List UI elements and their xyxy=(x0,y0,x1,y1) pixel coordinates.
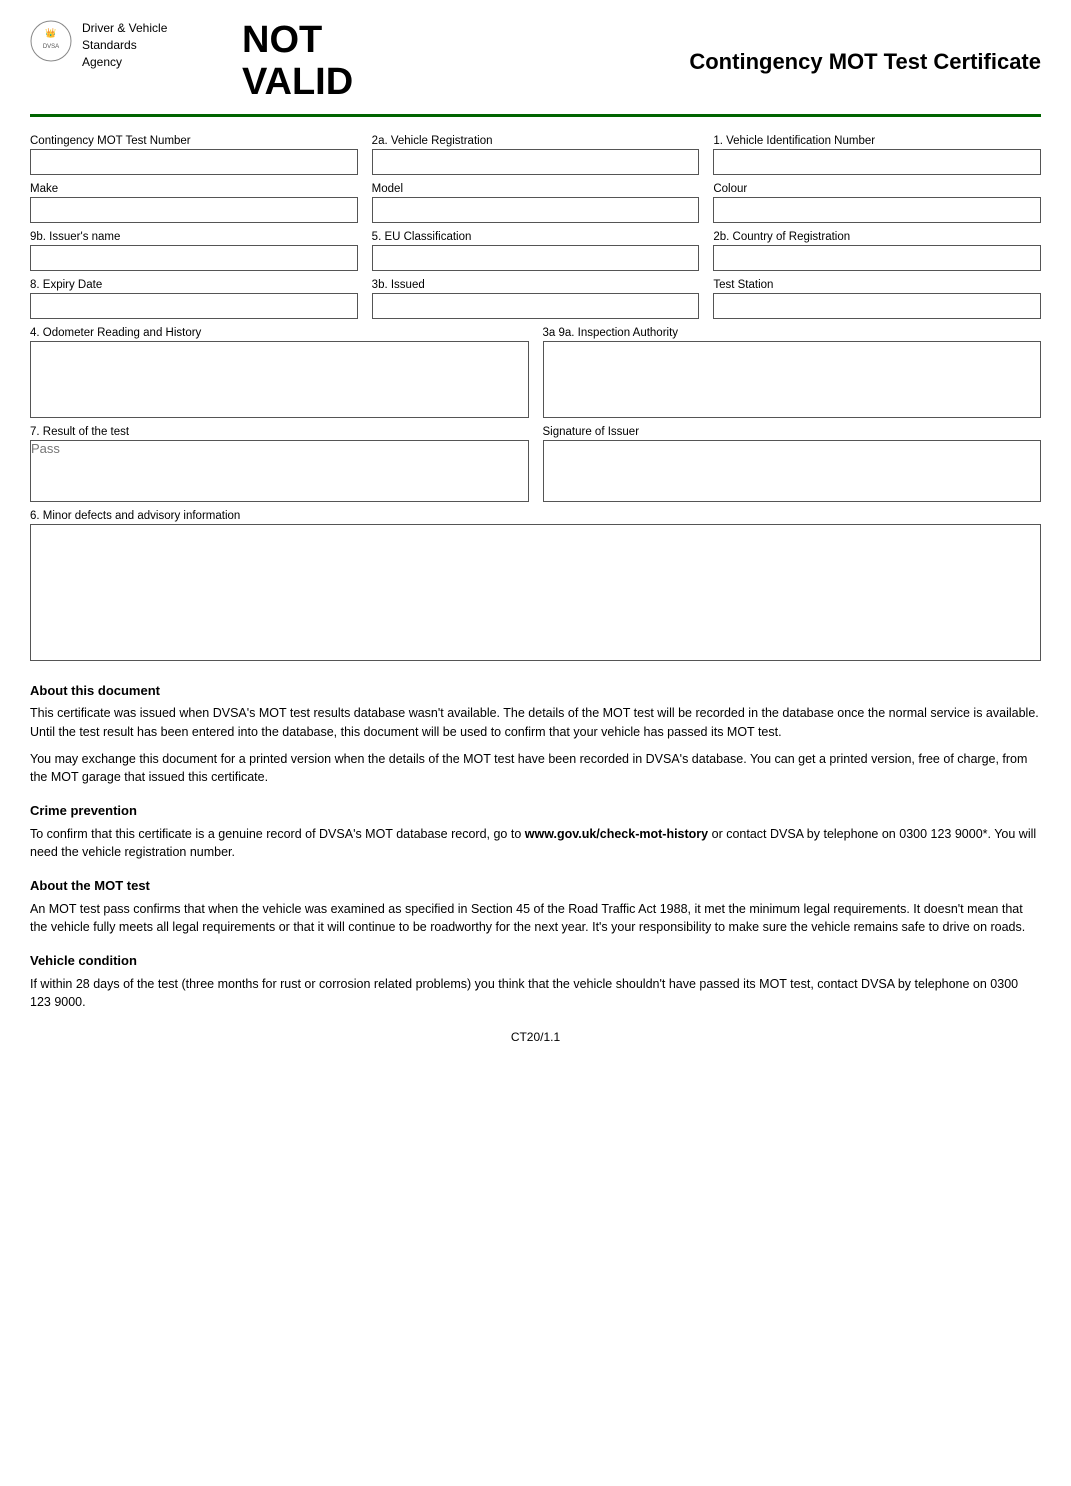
minor-defects-label: 6. Minor defects and advisory informatio… xyxy=(30,510,1041,522)
row-1: Contingency MOT Test Number 2a. Vehicle … xyxy=(30,135,1041,175)
row-5: 4. Odometer Reading and History 3a 9a. I… xyxy=(30,327,1041,418)
model-field: Model xyxy=(372,183,700,223)
result-textarea[interactable] xyxy=(30,440,529,502)
row-7: 6. Minor defects and advisory informatio… xyxy=(30,510,1041,661)
row-4: 8. Expiry Date 3b. Issued Test Station xyxy=(30,279,1041,319)
odometer-label: 4. Odometer Reading and History xyxy=(30,327,529,339)
contingency-mot-label: Contingency MOT Test Number xyxy=(30,135,358,147)
inspection-textarea[interactable] xyxy=(543,341,1042,418)
vin-field: 1. Vehicle Identification Number xyxy=(713,135,1041,175)
minor-defects-textarea[interactable] xyxy=(30,524,1041,661)
vehicle-reg-label: 2a. Vehicle Registration xyxy=(372,135,700,147)
test-station-input[interactable] xyxy=(713,293,1041,319)
issuer-name-input[interactable] xyxy=(30,245,358,271)
make-field: Make xyxy=(30,183,358,223)
inspection-label: 3a 9a. Inspection Authority xyxy=(543,327,1042,339)
not-valid-stamp: NOTVALID xyxy=(242,20,353,104)
form-section: Contingency MOT Test Number 2a. Vehicle … xyxy=(30,135,1041,661)
crime-p1-start: To confirm that this certificate is a ge… xyxy=(30,827,525,841)
country-reg-label: 2b. Country of Registration xyxy=(713,231,1041,243)
eu-class-label: 5. EU Classification xyxy=(372,231,700,243)
svg-text:DVSA: DVSA xyxy=(43,44,59,50)
vin-input[interactable] xyxy=(713,149,1041,175)
inspection-field: 3a 9a. Inspection Authority xyxy=(543,327,1042,418)
minor-defects-field: 6. Minor defects and advisory informatio… xyxy=(30,510,1041,661)
issued-input[interactable] xyxy=(372,293,700,319)
contingency-mot-input[interactable] xyxy=(30,149,358,175)
test-station-field: Test Station xyxy=(713,279,1041,319)
logo-area: 👑 DVSA Driver & Vehicle Standards Agency xyxy=(30,20,230,70)
result-label: 7. Result of the test xyxy=(30,426,529,438)
svg-text:👑: 👑 xyxy=(45,28,56,38)
vehicle-reg-input[interactable] xyxy=(372,149,700,175)
agency-name: Driver & Vehicle Standards Agency xyxy=(82,20,167,70)
row-3: 9b. Issuer's name 5. EU Classification 2… xyxy=(30,231,1041,271)
certificate-title: Contingency MOT Test Certificate xyxy=(689,49,1041,75)
about-section: About this document This certificate was… xyxy=(30,681,1041,1013)
expiry-input[interactable] xyxy=(30,293,358,319)
contingency-mot-field: Contingency MOT Test Number xyxy=(30,135,358,175)
vin-label: 1. Vehicle Identification Number xyxy=(713,135,1041,147)
colour-label: Colour xyxy=(713,183,1041,195)
make-label: Make xyxy=(30,183,358,195)
row-6: 7. Result of the test Signature of Issue… xyxy=(30,426,1041,502)
country-reg-input[interactable] xyxy=(713,245,1041,271)
odometer-field: 4. Odometer Reading and History xyxy=(30,327,529,418)
vehicle-heading: Vehicle condition xyxy=(30,951,1041,971)
issued-label: 3b. Issued xyxy=(372,279,700,291)
eu-class-field: 5. EU Classification xyxy=(372,231,700,271)
issued-field: 3b. Issued xyxy=(372,279,700,319)
model-input[interactable] xyxy=(372,197,700,223)
issuer-name-label: 9b. Issuer's name xyxy=(30,231,358,243)
issuer-name-field: 9b. Issuer's name xyxy=(30,231,358,271)
test-station-label: Test Station xyxy=(713,279,1041,291)
about-doc-heading: About this document xyxy=(30,681,1041,701)
footer-code: CT20/1.1 xyxy=(30,1030,1041,1044)
dvsa-emblem-icon: 👑 DVSA xyxy=(30,20,72,62)
colour-input[interactable] xyxy=(713,197,1041,223)
crime-heading: Crime prevention xyxy=(30,801,1041,821)
expiry-field: 8. Expiry Date xyxy=(30,279,358,319)
about-doc-p1: This certificate was issued when DVSA's … xyxy=(30,704,1041,742)
page-header: 👑 DVSA Driver & Vehicle Standards Agency… xyxy=(30,20,1041,117)
result-field: 7. Result of the test xyxy=(30,426,529,502)
signature-textarea[interactable] xyxy=(543,440,1042,502)
signature-label: Signature of Issuer xyxy=(543,426,1042,438)
colour-field: Colour xyxy=(713,183,1041,223)
eu-class-input[interactable] xyxy=(372,245,700,271)
mot-p1: An MOT test pass confirms that when the … xyxy=(30,900,1041,938)
expiry-label: 8. Expiry Date xyxy=(30,279,358,291)
odometer-textarea[interactable] xyxy=(30,341,529,418)
crime-p1-link: www.gov.uk/check-mot-history xyxy=(525,827,708,841)
model-label: Model xyxy=(372,183,700,195)
vehicle-reg-field: 2a. Vehicle Registration xyxy=(372,135,700,175)
mot-heading: About the MOT test xyxy=(30,876,1041,896)
vehicle-p1: If within 28 days of the test (three mon… xyxy=(30,975,1041,1013)
row-2: Make Model Colour xyxy=(30,183,1041,223)
signature-field: Signature of Issuer xyxy=(543,426,1042,502)
about-doc-p2: You may exchange this document for a pri… xyxy=(30,750,1041,788)
country-reg-field: 2b. Country of Registration xyxy=(713,231,1041,271)
make-input[interactable] xyxy=(30,197,358,223)
crime-p1: To confirm that this certificate is a ge… xyxy=(30,825,1041,863)
